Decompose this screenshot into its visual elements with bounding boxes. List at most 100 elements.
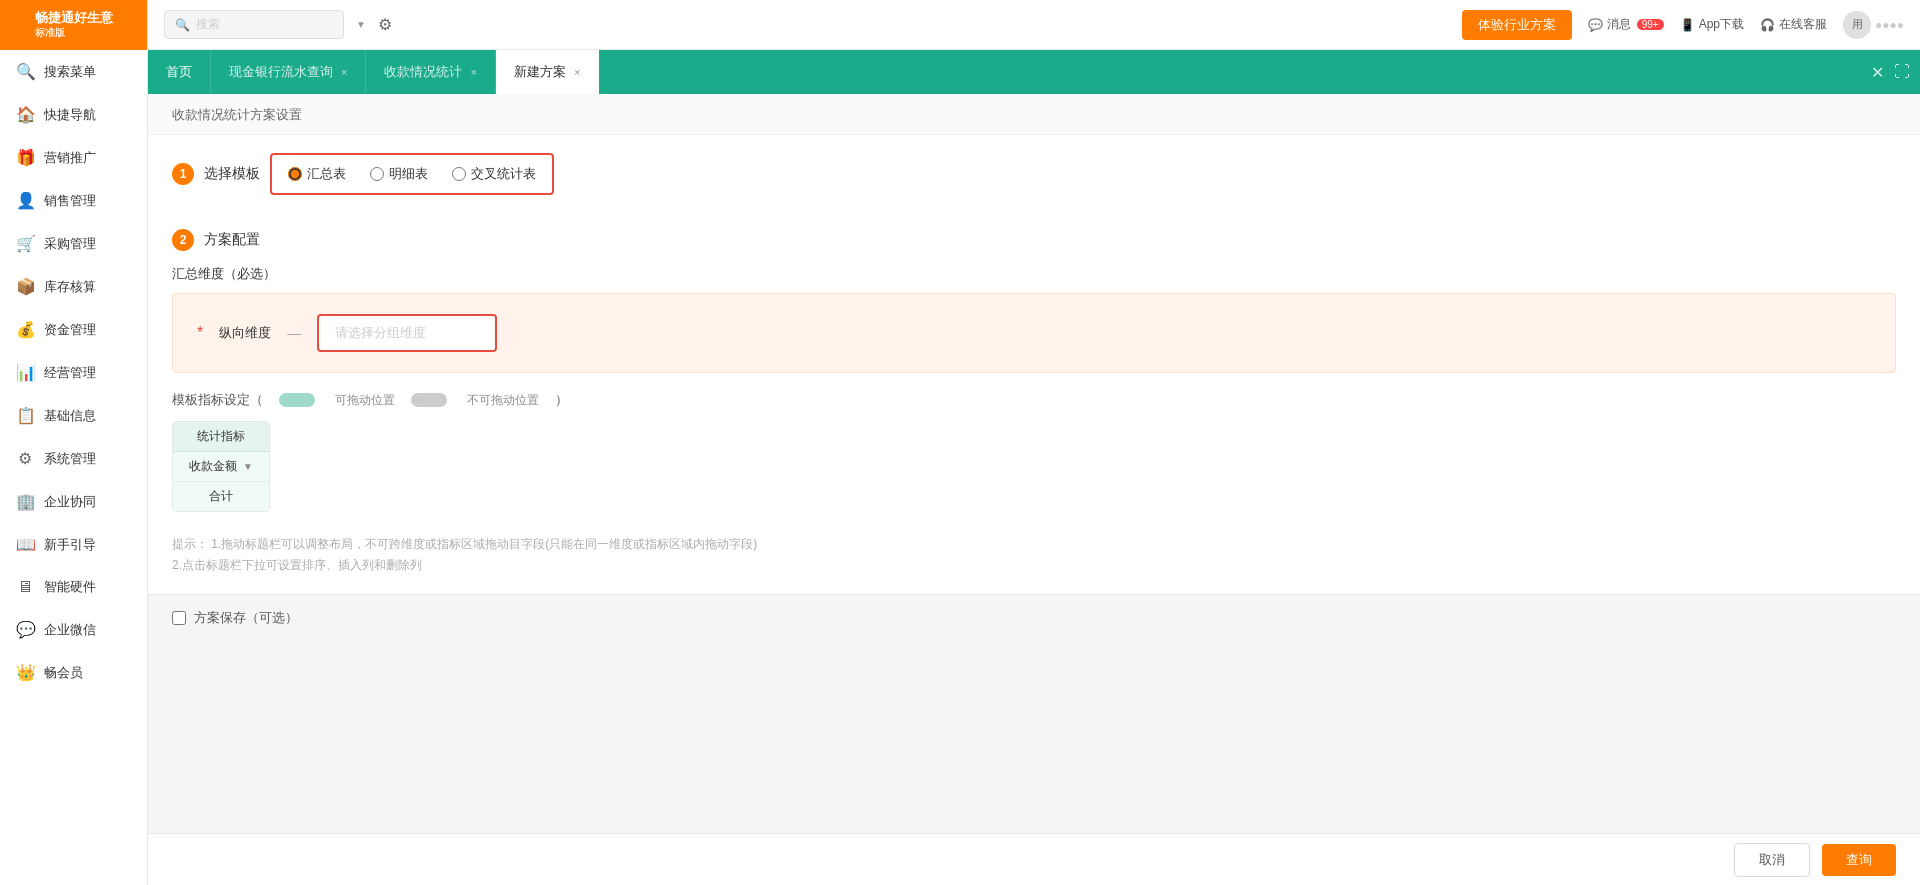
metrics-settings: 模板指标设定（ 可拖动位置 不可拖动位置 ） 统计指标 收款金额 ▼ <box>172 391 1896 516</box>
save-checkbox[interactable] <box>172 611 186 625</box>
dropdown-arrow-icon[interactable]: ▼ <box>356 19 366 30</box>
hint-row-1: 提示： 1.拖动标题栏可以调整布局，不可跨维度或指标区域拖动目字段(只能在同一维… <box>172 536 1896 553</box>
sidebar-item-label: 智能硬件 <box>44 578 96 596</box>
sidebar-item-wechat[interactable]: 💬 企业微信 <box>0 608 147 651</box>
top-header: 🔍 搜索 ▼ ⚙ 体验行业方案 💬 消息 99+ 📱 App下载 🎧 在线客服 … <box>148 0 1920 50</box>
sidebar-item-sales[interactable]: 👤 销售管理 <box>0 179 147 222</box>
sidebar-item-guide[interactable]: 📖 新手引导 <box>0 523 147 566</box>
sidebar-item-label: 资金管理 <box>44 321 96 339</box>
sidebar-item-search-menu[interactable]: 🔍 搜索菜单 <box>0 50 147 93</box>
step1-section: 1 选择模板 汇总表 明细表 交叉统计表 <box>148 135 1920 219</box>
sidebar-item-hardware[interactable]: 🖥 智能硬件 <box>0 566 147 608</box>
sidebar-item-label: 搜索菜单 <box>44 63 96 81</box>
cancel-button[interactable]: 取消 <box>1734 843 1810 877</box>
sidebar-item-inventory[interactable]: 📦 库存核算 <box>0 265 147 308</box>
tab-close-window-icon[interactable]: ✕ <box>1871 63 1884 82</box>
metrics-total-cell: 合计 <box>173 482 269 511</box>
summary-dim-label: 汇总维度（必选） <box>172 265 1896 283</box>
sidebar-item-marketing[interactable]: 🎁 营销推广 <box>0 136 147 179</box>
sidebar-item-quick-nav[interactable]: 🏠 快捷导航 <box>0 93 147 136</box>
sidebar-item-operation[interactable]: 📊 经营管理 <box>0 351 147 394</box>
radio-summary[interactable] <box>288 167 302 181</box>
radio-detail[interactable] <box>370 167 384 181</box>
sidebar-item-system[interactable]: ⚙ 系统管理 <box>0 437 147 480</box>
page-content: 收款情况统计方案设置 1 选择模板 汇总表 明细表 <box>148 94 1920 641</box>
dim-placeholder-text: 请选择分组维度 <box>335 325 426 340</box>
not-draggable-indicator <box>411 393 447 407</box>
online-service-item[interactable]: 🎧 在线客服 <box>1760 16 1827 33</box>
tab-receipt-stats-label: 收款情况统计 <box>384 63 462 81</box>
book-icon: 📖 <box>16 535 34 554</box>
download-label: App下载 <box>1699 16 1744 33</box>
tab-bar: 首页 现金银行流水查询 × 收款情况统计 × 新建方案 × ✕ ⛶ <box>148 50 1920 94</box>
not-draggable-label: 不可拖动位置 <box>467 392 539 409</box>
step2-title-row: 2 方案配置 <box>172 229 1896 251</box>
tab-new-plan-close[interactable]: × <box>574 66 580 78</box>
sidebar-item-label: 经营管理 <box>44 364 96 382</box>
notification-badge: 99+ <box>1637 19 1664 30</box>
sidebar-item-finance[interactable]: 💰 资金管理 <box>0 308 147 351</box>
header-actions: 体验行业方案 💬 消息 99+ 📱 App下载 🎧 在线客服 用 ●●●● <box>1462 10 1904 40</box>
tab-receipt-stats[interactable]: 收款情况统计 × <box>366 50 495 94</box>
sidebar-item-label: 企业协同 <box>44 493 96 511</box>
template-option-detail[interactable]: 明细表 <box>370 165 428 183</box>
vertical-dim-label: 纵向维度 <box>219 324 271 342</box>
step1-circle: 1 <box>172 163 194 185</box>
chart-icon: 📊 <box>16 363 34 382</box>
person-icon: 👤 <box>16 191 34 210</box>
user-info[interactable]: 用 ●●●● <box>1843 11 1904 39</box>
template-options: 汇总表 明细表 交叉统计表 <box>270 153 554 195</box>
template-option-summary[interactable]: 汇总表 <box>288 165 346 183</box>
try-industry-button[interactable]: 体验行业方案 <box>1462 10 1572 40</box>
tab-home[interactable]: 首页 <box>148 50 211 94</box>
logo-text: 畅捷通好生意 <box>35 10 113 26</box>
dim-arrow-icon: — <box>287 325 301 341</box>
avatar: 用 <box>1843 11 1871 39</box>
sidebar-item-label: 采购管理 <box>44 235 96 253</box>
required-star: * <box>197 324 203 342</box>
dim-placeholder-box[interactable]: 请选择分组维度 <box>317 314 497 352</box>
sidebar-item-label: 基础信息 <box>44 407 96 425</box>
sidebar-item-collab[interactable]: 🏢 企业协同 <box>0 480 147 523</box>
step2-circle: 2 <box>172 229 194 251</box>
settings-gear-icon[interactable]: ⚙ <box>378 15 392 34</box>
home-icon: 🏠 <box>16 105 34 124</box>
step1-label: 选择模板 <box>204 165 260 183</box>
box-icon: 📦 <box>16 277 34 296</box>
radio-cross[interactable] <box>452 167 466 181</box>
app-logo: 畅捷通好生意 标准版 <box>0 0 147 50</box>
tab-new-plan[interactable]: 新建方案 × <box>496 50 599 94</box>
tab-bank-flow-label: 现金银行流水查询 <box>229 63 333 81</box>
app-download-item[interactable]: 📱 App下载 <box>1680 16 1744 33</box>
crown-icon: 👑 <box>16 663 34 682</box>
query-button[interactable]: 查询 <box>1822 844 1896 876</box>
metrics-col1-cell[interactable]: 收款金额 ▼ <box>173 452 269 482</box>
download-icon: 📱 <box>1680 18 1695 32</box>
metrics-table-area: 统计指标 收款金额 ▼ 合计 <box>172 421 270 512</box>
tab-bank-flow-close[interactable]: × <box>341 66 347 78</box>
tab-home-label: 首页 <box>166 63 192 81</box>
tab-maximize-icon[interactable]: ⛶ <box>1894 63 1910 81</box>
template-cross-label: 交叉统计表 <box>471 165 536 183</box>
tab-new-plan-label: 新建方案 <box>514 63 566 81</box>
notification-item[interactable]: 💬 消息 99+ <box>1588 16 1664 33</box>
template-option-cross[interactable]: 交叉统计表 <box>452 165 536 183</box>
template-detail-label: 明细表 <box>389 165 428 183</box>
tab-bank-flow[interactable]: 现金银行流水查询 × <box>211 50 366 94</box>
sidebar-item-purchase[interactable]: 🛒 采购管理 <box>0 222 147 265</box>
building-icon: 🏢 <box>16 492 34 511</box>
content-area: 收款情况统计方案设置 1 选择模板 汇总表 明细表 <box>148 94 1920 833</box>
service-label: 在线客服 <box>1779 16 1827 33</box>
service-icon: 🎧 <box>1760 18 1775 32</box>
sidebar-item-member[interactable]: 👑 畅会员 <box>0 651 147 694</box>
sidebar-item-label: 企业微信 <box>44 621 96 639</box>
tab-bar-end: ✕ ⛶ <box>1871 63 1920 82</box>
sidebar-item-basic-info[interactable]: 📋 基础信息 <box>0 394 147 437</box>
gift-icon: 🎁 <box>16 148 34 167</box>
tab-receipt-stats-close[interactable]: × <box>470 66 476 78</box>
draggable-indicator <box>279 393 315 407</box>
metrics-col1-dropdown-icon[interactable]: ▼ <box>243 461 253 472</box>
header-search-box[interactable]: 🔍 搜索 <box>164 10 344 39</box>
hint-row-2: 2.点击标题栏下拉可设置排序、插入列和删除列 <box>172 557 1896 574</box>
draggable-label: 可拖动位置 <box>335 392 395 409</box>
